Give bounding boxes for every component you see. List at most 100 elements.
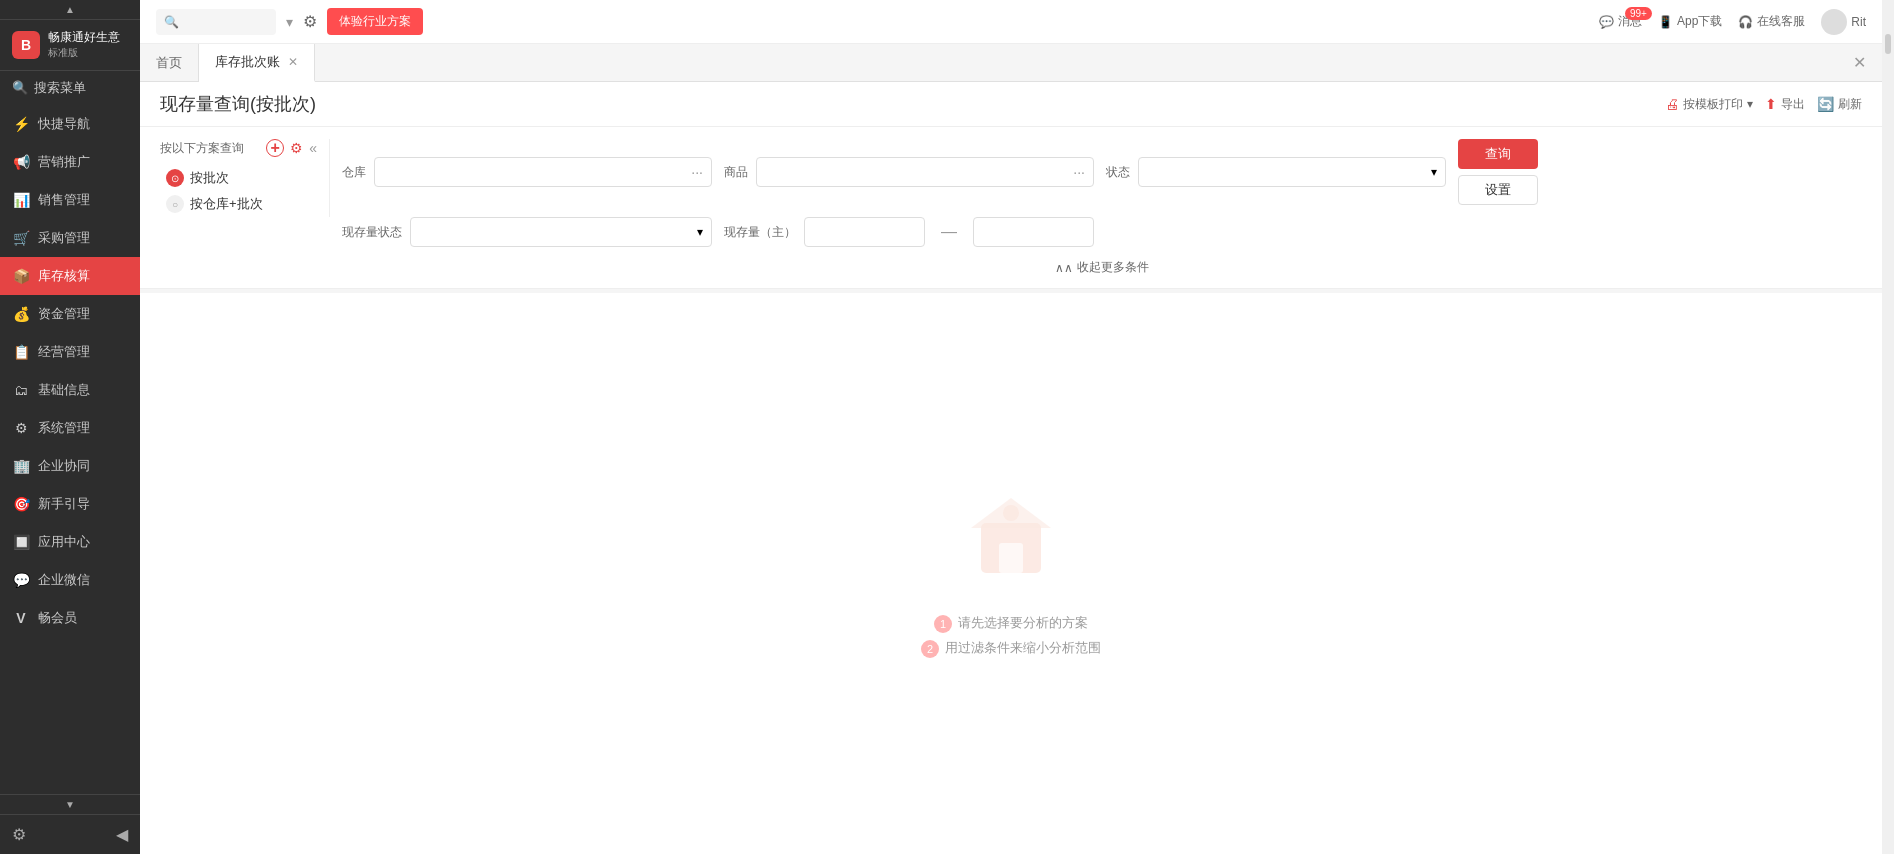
member-icon: V <box>12 609 30 627</box>
settings-scheme-icon[interactable]: ⚙ <box>290 140 303 156</box>
sidebar-item-weixin[interactable]: 💬 企业微信 <box>0 561 140 599</box>
footer-settings-icon[interactable]: ⚙ <box>12 825 26 844</box>
sidebar-item-xitong[interactable]: ⚙ 系统管理 <box>0 409 140 447</box>
sidebar-item-kucun[interactable]: 📦 库存核算 <box>0 257 140 295</box>
messages-btn[interactable]: 💬 消息 99+ <box>1599 13 1642 30</box>
sidebar-item-qiye[interactable]: 🏢 企业协同 <box>0 447 140 485</box>
print-btn[interactable]: 🖨 按模板打印 ▾ <box>1665 96 1753 113</box>
app-center-icon: 🔲 <box>12 533 30 551</box>
enterprise-icon: 🏢 <box>12 457 30 475</box>
sidebar-item-huiyuan[interactable]: V 畅会员 <box>0 599 140 637</box>
sidebar-item-label: 快捷导航 <box>38 115 90 133</box>
experience-btn[interactable]: 体验行业方案 <box>327 8 423 35</box>
sidebar-item-label: 经营管理 <box>38 343 90 361</box>
refresh-btn[interactable]: 🔄 刷新 <box>1817 96 1862 113</box>
refresh-icon: 🔄 <box>1817 96 1834 112</box>
scheme-pici[interactable]: ⊙ 按批次 <box>160 165 317 191</box>
settings-button[interactable]: 设置 <box>1458 175 1538 205</box>
inventory-status-input[interactable]: ▾ <box>410 217 712 247</box>
inventory-qty-from[interactable] <box>804 217 925 247</box>
topbar-search[interactable]: 🔍 <box>156 9 276 35</box>
management-icon: 📋 <box>12 343 30 361</box>
product-more-icon[interactable]: ··· <box>1073 164 1085 180</box>
empty-svg <box>961 483 1061 583</box>
messages-badge: 99+ <box>1625 7 1652 20</box>
sidebar-item-jingying[interactable]: 📋 经营管理 <box>0 333 140 371</box>
warehouse-label: 仓库 <box>342 164 366 181</box>
product-input[interactable]: ··· <box>756 157 1094 187</box>
purchase-icon: 🛒 <box>12 229 30 247</box>
inventory-icon: 📦 <box>12 267 30 285</box>
tabbar: 首页 库存批次账 ✕ ✕ <box>140 44 1882 82</box>
topbar-dropdown-icon[interactable]: ▾ <box>286 14 293 30</box>
collapse-up-icon: ∧∧ <box>1055 261 1073 275</box>
sidebar-item-xinshou[interactable]: 🎯 新手引导 <box>0 485 140 523</box>
system-icon: ⚙ <box>12 419 30 437</box>
wechat-icon: 💬 <box>12 571 30 589</box>
topbar-gear-icon[interactable]: ⚙ <box>303 12 317 31</box>
page-header: 现存量查询(按批次) 🖨 按模板打印 ▾ ⬆ 导出 🔄 刷新 <box>140 82 1882 127</box>
add-scheme-icon[interactable]: + <box>266 139 284 157</box>
sidebar-item-yingxiao[interactable]: 📢 营销推广 <box>0 143 140 181</box>
sidebar-search[interactable]: 🔍 搜索菜单 <box>0 71 140 105</box>
tab-close-icon[interactable]: ✕ <box>288 55 298 69</box>
refresh-label: 刷新 <box>1838 96 1862 113</box>
sidebar-item-label: 企业协同 <box>38 457 90 475</box>
query-button[interactable]: 查询 <box>1458 139 1538 169</box>
inventory-qty-label: 现存量（主） <box>724 224 796 241</box>
inventory-status-dropdown-icon[interactable]: ▾ <box>697 225 703 239</box>
tab-kucunpici[interactable]: 库存批次账 ✕ <box>199 44 315 82</box>
sidebar-scroll-down[interactable]: ▼ <box>0 794 140 814</box>
sidebar-item-label: 企业微信 <box>38 571 90 589</box>
inventory-qty-to[interactable] <box>973 217 1094 247</box>
topbar-search-icon: 🔍 <box>164 15 179 29</box>
sidebar-item-zijin[interactable]: 💰 资金管理 <box>0 295 140 333</box>
app-subtitle: 标准版 <box>48 46 120 60</box>
tab-panel-close-icon[interactable]: ✕ <box>1853 53 1866 72</box>
filter-inventory-qty: 现存量（主） — <box>724 217 1094 247</box>
message-icon: 💬 <box>1599 15 1614 29</box>
filter-fields: 仓库 ··· 商品 ··· <box>342 139 1862 276</box>
basic-info-icon: 🗂 <box>12 381 30 399</box>
headset-icon: 🎧 <box>1738 15 1753 29</box>
status-dropdown-icon[interactable]: ▾ <box>1431 165 1437 179</box>
sidebar-item-xiaoshou[interactable]: 📊 销售管理 <box>0 181 140 219</box>
empty-state: 1 请先选择要分析的方案 2 用过滤条件来缩小分析范围 <box>140 293 1882 854</box>
sidebar-item-yingyong[interactable]: 🔲 应用中心 <box>0 523 140 561</box>
collapse-scheme-icon[interactable]: « <box>309 140 317 156</box>
online-service-btn[interactable]: 🎧 在线客服 <box>1738 13 1805 30</box>
app-download-btn[interactable]: 📱 App下载 <box>1658 13 1722 30</box>
app-download-label: App下载 <box>1677 13 1722 30</box>
export-btn[interactable]: ⬆ 导出 <box>1765 96 1805 113</box>
content-area: 现存量查询(按批次) 🖨 按模板打印 ▾ ⬆ 导出 🔄 刷新 <box>140 82 1882 854</box>
sidebar-item-jichu[interactable]: 🗂 基础信息 <box>0 371 140 409</box>
sidebar-item-kuaijie[interactable]: ⚡ 快捷导航 <box>0 105 140 143</box>
sidebar-scroll-up[interactable]: ▲ <box>0 0 140 20</box>
svg-point-3 <box>1003 505 1019 521</box>
footer-collapse-icon[interactable]: ◀ <box>116 825 128 844</box>
app-logo: B <box>12 31 40 59</box>
scheme-cangkupici-label: 按仓库+批次 <box>190 195 263 213</box>
warehouse-input[interactable]: ··· <box>374 157 712 187</box>
qty-separator: — <box>933 223 965 241</box>
scheme-pici-icon: ⊙ <box>166 169 184 187</box>
print-dropdown-icon[interactable]: ▾ <box>1747 97 1753 111</box>
avatar <box>1821 9 1847 35</box>
empty-hint-2: 2 用过滤条件来缩小分析范围 <box>921 639 1101 658</box>
scrollbar-thumb[interactable] <box>1885 34 1891 54</box>
empty-hint-1-num: 1 <box>934 615 952 633</box>
collapse-conditions-btn[interactable]: ∧∧ 收起更多条件 <box>1055 259 1149 276</box>
sidebar-item-caigou[interactable]: 🛒 采购管理 <box>0 219 140 257</box>
sidebar: ▲ B 畅康通好生意 标准版 🔍 搜索菜单 ⚡ 快捷导航 📢 营销推广 📊 销售… <box>0 0 140 854</box>
warehouse-more-icon[interactable]: ··· <box>691 164 703 180</box>
status-input[interactable]: ▾ <box>1138 157 1446 187</box>
filter-action-row: ∧∧ 收起更多条件 <box>342 259 1862 276</box>
user-profile[interactable]: Rit <box>1821 9 1866 35</box>
sales-icon: 📊 <box>12 191 30 209</box>
tab-home[interactable]: 首页 <box>140 44 199 82</box>
marketing-icon: 📢 <box>12 153 30 171</box>
filter-scheme-title: 按以下方案查询 + ⚙ « <box>160 139 317 157</box>
sidebar-item-label: 新手引导 <box>38 495 90 513</box>
print-label: 按模板打印 <box>1683 96 1743 113</box>
scheme-cangkupici[interactable]: ○ 按仓库+批次 <box>160 191 317 217</box>
